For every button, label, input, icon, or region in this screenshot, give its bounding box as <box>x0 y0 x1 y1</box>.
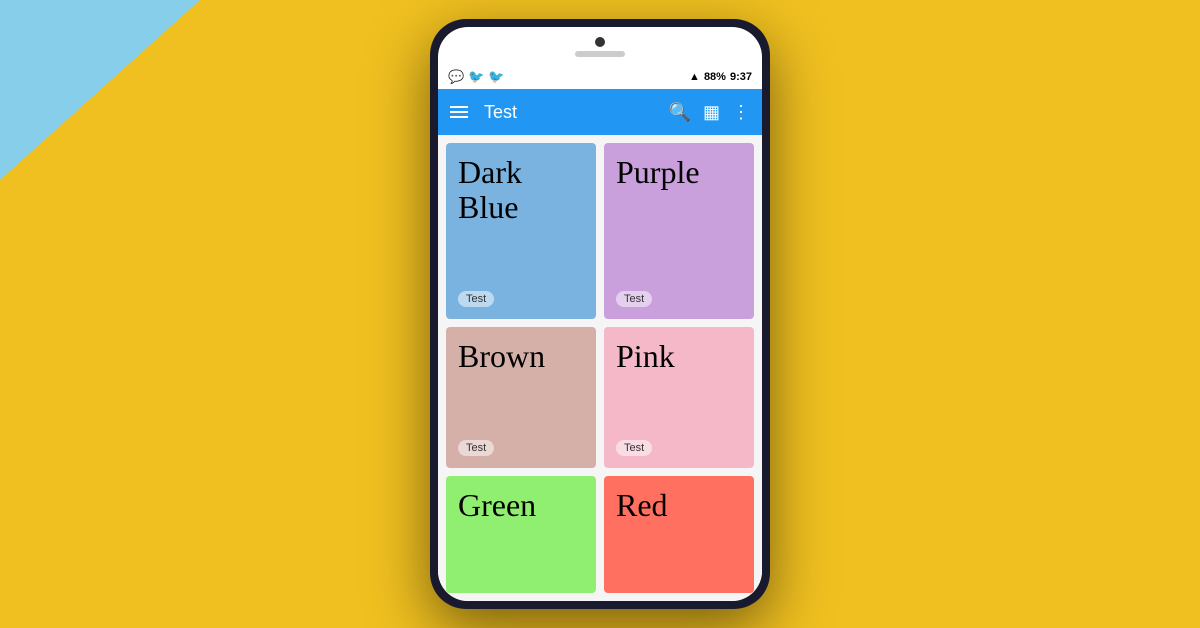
card-purple-title: Purple <box>616 155 742 283</box>
app-title: Test <box>484 102 657 123</box>
card-green[interactable]: Green <box>446 476 596 593</box>
status-system-icons: ▲ 88% 9:37 <box>689 71 752 83</box>
content-grid: Dark Blue Test Purple Test Brown Test Pi… <box>438 135 762 601</box>
sms-icon: 💬 <box>448 69 464 85</box>
phone-top-hardware <box>575 37 625 57</box>
clock: 9:37 <box>730 71 752 83</box>
search-button[interactable]: 🔍 <box>669 102 691 123</box>
wifi-icon: ▲ <box>689 71 700 83</box>
front-camera <box>595 37 605 47</box>
twitter-icon-2: 🐦 <box>488 69 504 85</box>
phone-screen: 💬 🐦 🐦 ▲ 88% 9:37 Test 🔍 ▦ ⋮ Dark <box>438 27 762 601</box>
card-purple-badge: Test <box>616 291 652 307</box>
card-red[interactable]: Red <box>604 476 754 593</box>
status-notification-icons: 💬 🐦 🐦 <box>448 69 505 85</box>
card-brown[interactable]: Brown Test <box>446 327 596 468</box>
card-pink-title: Pink <box>616 339 742 432</box>
card-red-title: Red <box>616 488 742 581</box>
card-pink[interactable]: Pink Test <box>604 327 754 468</box>
background-corner <box>0 0 200 180</box>
card-green-title: Green <box>458 488 584 581</box>
card-brown-title: Brown <box>458 339 584 432</box>
speaker-grille <box>575 51 625 57</box>
status-bar: 💬 🐦 🐦 ▲ 88% 9:37 <box>438 65 762 89</box>
card-brown-badge: Test <box>458 440 494 456</box>
card-dark-blue-title: Dark Blue <box>458 155 584 283</box>
card-dark-blue[interactable]: Dark Blue Test <box>446 143 596 319</box>
card-purple[interactable]: Purple Test <box>604 143 754 319</box>
battery-text: 88% <box>704 71 726 83</box>
card-pink-badge: Test <box>616 440 652 456</box>
menu-button[interactable] <box>450 106 468 118</box>
grid-view-button[interactable]: ▦ <box>703 102 720 123</box>
app-bar: Test 🔍 ▦ ⋮ <box>438 89 762 135</box>
twitter-icon-1: 🐦 <box>468 69 484 85</box>
card-dark-blue-badge: Test <box>458 291 494 307</box>
more-options-button[interactable]: ⋮ <box>732 102 750 123</box>
phone-shell: 💬 🐦 🐦 ▲ 88% 9:37 Test 🔍 ▦ ⋮ Dark <box>430 19 770 609</box>
